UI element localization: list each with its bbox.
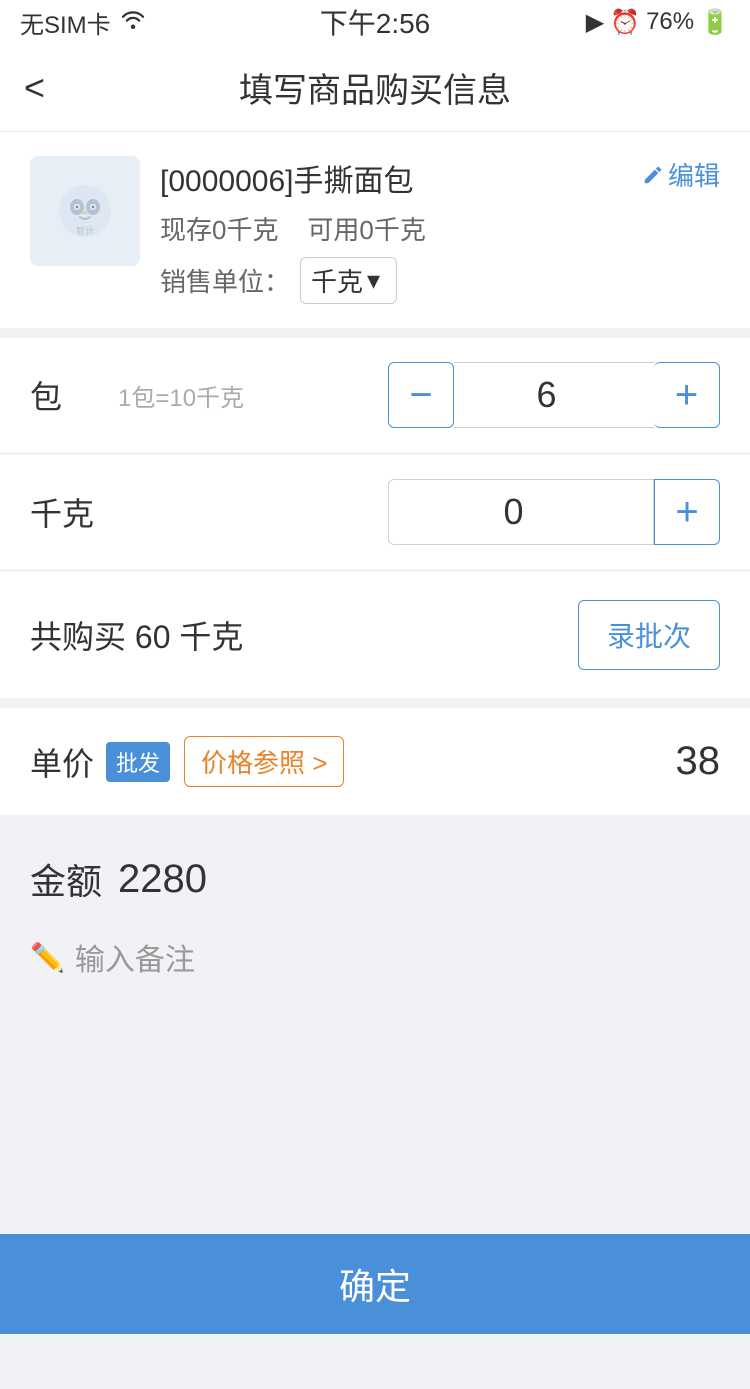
total-amount: 60 [135,619,171,655]
edit-button[interactable]: 编辑 [642,156,720,193]
pencil-icon: ✏️ [30,941,65,974]
kg-row: 千克 + [0,455,750,570]
location-icon: ▶ [586,8,604,37]
bag-quantity-control: − + [388,362,720,428]
bag-quantity-input[interactable] [454,362,654,428]
confirm-button[interactable]: 确定 [0,1234,750,1334]
product-unit-row: 销售单位： 千克 ▾ [160,257,720,304]
carrier-text: 无SIM卡 [20,5,111,40]
wifi-icon [119,8,147,36]
svg-text:智计: 智计 [76,225,94,236]
available-text: 可用0千克 [307,215,425,245]
unit-label: 销售单位： [160,262,290,299]
status-bar: 无SIM卡 下午2:56 ▶ ⏰ 76% 🔋 [0,0,750,44]
unit-value: 千克 [311,262,363,299]
product-name: [0000006]手撕面包 [160,156,642,200]
kg-label: 千克 [30,489,110,535]
total-row: 共购买 60 千克 录批次 [0,572,750,708]
status-left: 无SIM卡 [20,5,147,40]
status-right: ▶ ⏰ 76% 🔋 [586,8,730,37]
total-label: 共购买 60 千克 [30,612,243,658]
bag-plus-button[interactable]: + [654,362,720,428]
stock-text: 现存0千克 [160,215,278,245]
remark-text: 输入备注 [75,935,195,979]
bag-minus-button[interactable]: − [388,362,454,428]
kg-plus-button[interactable]: + [654,479,720,545]
record-batch-button[interactable]: 录批次 [578,600,720,670]
unit-select[interactable]: 千克 ▾ [300,257,397,304]
edit-label: 编辑 [668,156,720,193]
product-card: 智计 [0000006]手撕面包 编辑 现存0千克 可用0千克 销售单位： 千克… [0,132,750,338]
back-button[interactable]: < [24,67,45,109]
dropdown-arrow-icon: ▾ [367,265,380,296]
alarm-icon: ⏰ [610,8,640,37]
bag-row: 包 1包=10千克 − + [0,338,750,453]
kg-form-section: 千克 + [0,455,750,570]
remark-row[interactable]: ✏️ 输入备注 [30,925,720,1009]
bag-sublabel: 1包=10千克 [118,378,388,413]
kg-quantity-input[interactable] [388,479,654,545]
bag-label: 包 [30,372,110,418]
price-ref-button[interactable]: 价格参照 > [184,736,344,787]
battery-icon: 🔋 [700,8,730,37]
amount-section: 金额 2280 ✏️ 输入备注 [0,825,750,1009]
product-info: [0000006]手撕面包 编辑 现存0千克 可用0千克 销售单位： 千克 ▾ [160,156,720,304]
kg-quantity-control: + [388,479,720,545]
amount-value: 2280 [118,857,207,902]
price-value: 38 [676,739,721,784]
price-type-badge: 批发 [106,742,170,782]
product-image: 智计 [30,156,140,266]
status-time: 下午2:56 [320,2,431,42]
nav-bar: < 填写商品购买信息 [0,44,750,132]
amount-label: 金额 [30,853,102,905]
amount-row: 金额 2280 [30,853,720,905]
bag-form-section: 包 1包=10千克 − + [0,338,750,453]
battery-text: 76% [646,8,694,36]
product-stock: 现存0千克 可用0千克 [160,210,720,247]
price-section: 单价 批发 价格参照 > 38 [0,708,750,825]
page-title: 填写商品购买信息 [239,63,511,112]
price-label: 单价 [30,739,94,785]
